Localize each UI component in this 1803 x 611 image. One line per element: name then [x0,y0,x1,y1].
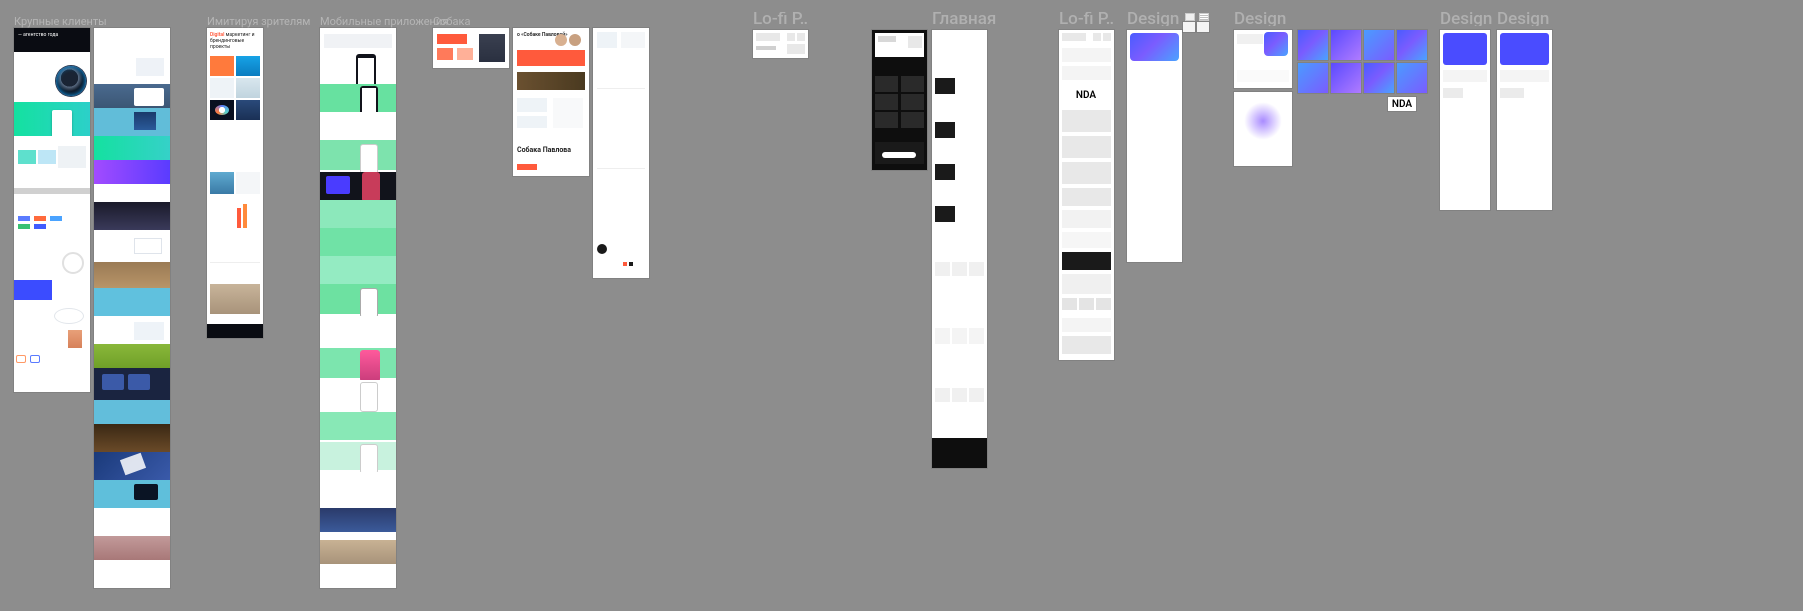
flag-frame-b[interactable] [1197,22,1209,32]
sobaka-article[interactable] [593,28,649,278]
grad-tile[interactable] [1298,30,1328,60]
nda-box[interactable]: NDA [1388,97,1416,111]
grad-tile[interactable] [1397,30,1427,60]
grad-tile[interactable] [1364,63,1394,93]
frame-label: Собака [433,15,470,29]
mobile-apps-frame[interactable] [320,28,396,588]
frame-label: Главная [932,12,996,26]
sobaka-about[interactable]: о «Собаке Павловой» Собака Павлова [513,28,589,176]
agency-title: — агентство года [18,32,58,38]
nda-box: NDA [1067,86,1105,104]
lofi-long[interactable]: NDA [1059,30,1114,360]
grad-tile[interactable] [1331,30,1361,60]
sobaka-h2: Собака Павлова [517,146,571,154]
flag-frame-a[interactable] [1183,22,1195,32]
grad-tile[interactable] [1298,63,1328,93]
frame-label: Design [1234,12,1286,26]
frame-label: Имитируя зрителям [207,15,310,29]
figma-canvas[interactable]: Крупные клиенты Имитируя зрителям Мобиль… [0,0,1803,611]
lofi-small[interactable] [753,30,808,58]
main-dark[interactable] [872,30,927,170]
design-hero[interactable] [1234,30,1292,88]
frame-label: Design [1497,12,1549,26]
frame-label: Design [1127,12,1179,26]
radial-fade[interactable] [1234,92,1292,166]
grad-tile[interactable] [1331,63,1361,93]
portfolio-frame-a[interactable]: — агентство года [14,28,90,392]
design-r1[interactable] [1440,30,1490,210]
imitating-frame[interactable]: Digital маркетинг и брендинговые проекты [207,28,263,338]
main-long[interactable] [932,30,987,468]
portfolio-frame-b[interactable] [94,28,170,588]
sobaka-top[interactable] [433,28,509,68]
frame-label: Мобильные приложения [320,15,448,29]
design-r2[interactable] [1497,30,1552,210]
digital-word: Digital маркетинг и брендинговые проекты [210,32,260,50]
frame-label: Lo-fi P… [1059,12,1114,26]
frame-label: Lo-fi P… [753,12,808,26]
frame-label: Крупные клиенты [14,15,107,29]
grad-tile[interactable] [1364,30,1394,60]
grad-tile[interactable] [1397,63,1427,93]
frame-label: Design [1440,12,1492,26]
design-tall[interactable] [1127,30,1182,262]
